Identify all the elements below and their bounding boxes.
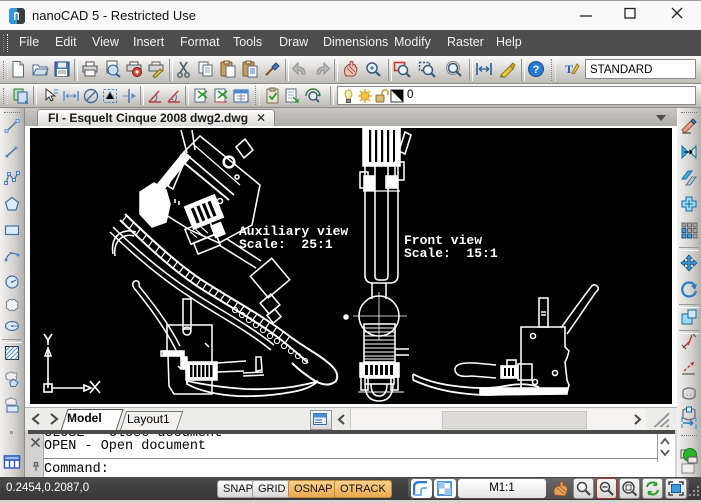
svg-text:T: T — [565, 62, 573, 76]
svg-text:Scale: 15:1: Scale: 15:1 — [404, 246, 498, 261]
svg-text:Scale: 25:1: Scale: 25:1 — [239, 237, 333, 252]
svg-text:?: ? — [533, 64, 540, 76]
